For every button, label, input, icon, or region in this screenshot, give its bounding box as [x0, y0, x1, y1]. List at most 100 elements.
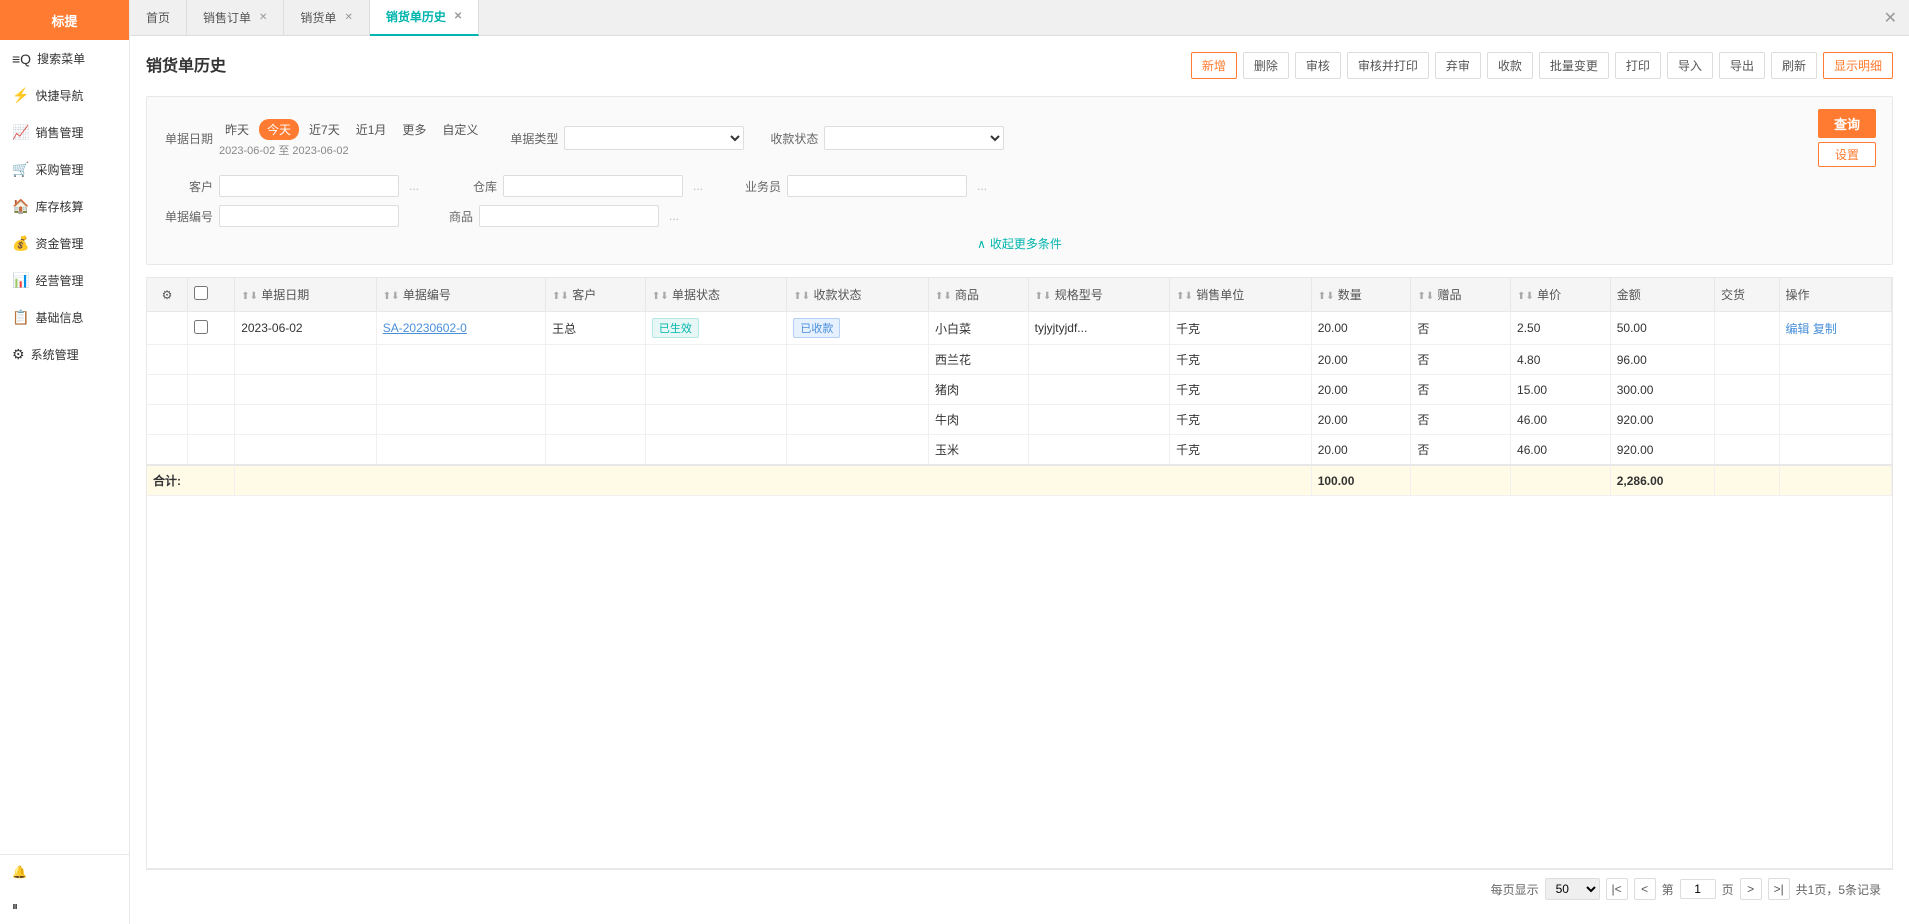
doc-no-input[interactable]: [219, 205, 399, 227]
date-btn-more[interactable]: 更多: [396, 119, 432, 140]
sidebar-item-search-menu[interactable]: ≡Q 搜索菜单: [0, 40, 129, 77]
row-unit: 千克: [1170, 312, 1312, 345]
row-spec: [1028, 375, 1170, 405]
sidebar-item-purchase-mgmt[interactable]: 🛒 采购管理: [0, 151, 129, 188]
date-btn-1month[interactable]: 近1月: [350, 119, 393, 140]
tab-sales-history[interactable]: 销货单历史 ✕: [370, 0, 479, 36]
delete-button[interactable]: 删除: [1243, 52, 1289, 79]
edit-action[interactable]: 编辑: [1786, 322, 1810, 336]
row-customer: 王总: [546, 312, 646, 345]
sort-collect-status-icon[interactable]: ⬆⬇: [793, 291, 810, 302]
salesman-label: 业务员: [731, 178, 781, 195]
row-spec: [1028, 345, 1170, 375]
page-input[interactable]: [1680, 879, 1716, 899]
sort-spec-icon[interactable]: ⬆⬇: [1035, 291, 1052, 302]
goods-input[interactable]: [479, 205, 659, 227]
sidebar-item-fund-mgmt[interactable]: 💰 资金管理: [0, 225, 129, 262]
sort-customer-icon[interactable]: ⬆⬇: [552, 291, 569, 302]
sidebar-bottom-item-1[interactable]: 🔔: [0, 855, 129, 889]
footer-empty: [235, 465, 1312, 496]
sidebar-item-sales-mgmt[interactable]: 📈 销售管理: [0, 114, 129, 151]
sort-unit-icon[interactable]: ⬆⬇: [1176, 291, 1193, 302]
row-price: 2.50: [1511, 312, 1611, 345]
sidebar-bottom-item-2[interactable]: ⏸: [0, 889, 129, 924]
tab-sales-delivery[interactable]: 销货单 ✕: [284, 0, 369, 36]
warehouse-input[interactable]: [503, 175, 683, 197]
row-goods: 小白菜: [928, 312, 1028, 345]
collapse-btn[interactable]: ∧ 收起更多条件: [163, 235, 1876, 252]
table-row: 玉米 千克 20.00 否 46.00 920.00: [147, 435, 1892, 466]
row-select-checkbox[interactable]: [194, 320, 208, 334]
doc-no-link[interactable]: SA-20230602-0: [383, 321, 467, 335]
filter-salesman: 业务员 ...: [731, 175, 991, 197]
copy-action[interactable]: 复制: [1813, 322, 1837, 336]
print-button[interactable]: 打印: [1615, 52, 1661, 79]
refresh-button[interactable]: 刷新: [1771, 52, 1817, 79]
date-btn-yesterday[interactable]: 昨天: [219, 119, 255, 140]
close-all-tabs[interactable]: ✕: [1872, 8, 1909, 28]
row-checkbox: [188, 435, 235, 466]
tab-sales-order-close[interactable]: ✕: [259, 12, 267, 23]
sidebar-item-inventory[interactable]: 🏠 库存核算: [0, 188, 129, 225]
salesman-input[interactable]: [787, 175, 967, 197]
row-gift: 否: [1411, 312, 1511, 345]
first-page-btn[interactable]: |<: [1606, 878, 1628, 900]
page-content: 销货单历史 新增 删除 审核 审核并打印 弃审 收款 批量变更 打印 导入 导出…: [130, 36, 1909, 924]
sort-qty-icon[interactable]: ⬆⬇: [1318, 291, 1335, 302]
doc-type-select[interactable]: [564, 126, 744, 150]
date-btn-today[interactable]: 今天: [259, 119, 299, 140]
tab-sales-delivery-close[interactable]: ✕: [344, 12, 352, 23]
export-button[interactable]: 导出: [1719, 52, 1765, 79]
customer-input[interactable]: [219, 175, 399, 197]
tab-home[interactable]: 首页: [130, 0, 187, 36]
sidebar-item-ops-mgmt[interactable]: 📊 经营管理: [0, 262, 129, 299]
setting-button[interactable]: 设置: [1818, 142, 1876, 167]
sidebar: 标提 ≡Q 搜索菜单 ⚡ 快捷导航 📈 销售管理 🛒 采购管理 🏠 库存核算 💰…: [0, 0, 130, 924]
sidebar-item-quick-nav[interactable]: ⚡ 快捷导航: [0, 77, 129, 114]
last-page-btn[interactable]: >|: [1768, 878, 1790, 900]
tab-sales-history-close[interactable]: ✕: [454, 11, 462, 22]
audit-button[interactable]: 审核: [1295, 52, 1341, 79]
table-footer-row: 合计: 100.00 2,286.00: [147, 465, 1892, 496]
ops-icon: 📊: [12, 272, 29, 289]
sort-price-icon[interactable]: ⬆⬇: [1517, 291, 1534, 302]
new-button[interactable]: 新增: [1191, 52, 1237, 79]
quick-nav-icon: ⚡: [12, 87, 29, 104]
import-button[interactable]: 导入: [1667, 52, 1713, 79]
select-all-checkbox[interactable]: [194, 286, 208, 300]
goods-dots[interactable]: ...: [665, 209, 683, 223]
audit-print-button[interactable]: 审核并打印: [1347, 52, 1429, 79]
row-amount: 920.00: [1610, 405, 1714, 435]
collect-button[interactable]: 收款: [1487, 52, 1533, 79]
sort-goods-icon[interactable]: ⬆⬇: [935, 291, 952, 302]
date-btn-7days[interactable]: 近7天: [303, 119, 346, 140]
batch-change-button[interactable]: 批量变更: [1539, 52, 1609, 79]
per-page-label: 每页显示: [1491, 881, 1539, 898]
customer-dots[interactable]: ...: [405, 179, 423, 193]
salesman-dots[interactable]: ...: [973, 179, 991, 193]
sort-doc-no-icon[interactable]: ⬆⬇: [383, 291, 400, 302]
abandon-button[interactable]: 弃审: [1435, 52, 1481, 79]
warehouse-dots[interactable]: ...: [689, 179, 707, 193]
query-button[interactable]: 查询: [1818, 109, 1876, 138]
prev-page-btn[interactable]: <: [1634, 878, 1656, 900]
sort-gift-icon[interactable]: ⬆⬇: [1417, 291, 1434, 302]
sort-doc-status-icon[interactable]: ⬆⬇: [652, 291, 669, 302]
row-doc-no: [376, 405, 545, 435]
per-page-select[interactable]: 50 100 200: [1545, 878, 1600, 900]
sort-doc-date-icon[interactable]: ⬆⬇: [241, 291, 258, 302]
row-trade: [1714, 405, 1779, 435]
sidebar-item-basic-info[interactable]: 📋 基础信息: [0, 299, 129, 336]
row-doc-date: 2023-06-02: [235, 312, 377, 345]
th-gear[interactable]: ⚙: [147, 278, 188, 312]
show-detail-button[interactable]: 显示明细: [1823, 52, 1893, 79]
row-gear: [147, 435, 188, 466]
row-collect-status: [787, 435, 929, 466]
tab-sales-order[interactable]: 销售订单 ✕: [187, 0, 284, 36]
row-spec: [1028, 435, 1170, 466]
sidebar-item-sys-mgmt[interactable]: ⚙ 系统管理: [0, 336, 129, 373]
row-qty: 20.00: [1311, 375, 1411, 405]
collect-status-select[interactable]: [824, 126, 1004, 150]
next-page-btn[interactable]: >: [1740, 878, 1762, 900]
date-btn-custom[interactable]: 自定义: [436, 119, 484, 140]
